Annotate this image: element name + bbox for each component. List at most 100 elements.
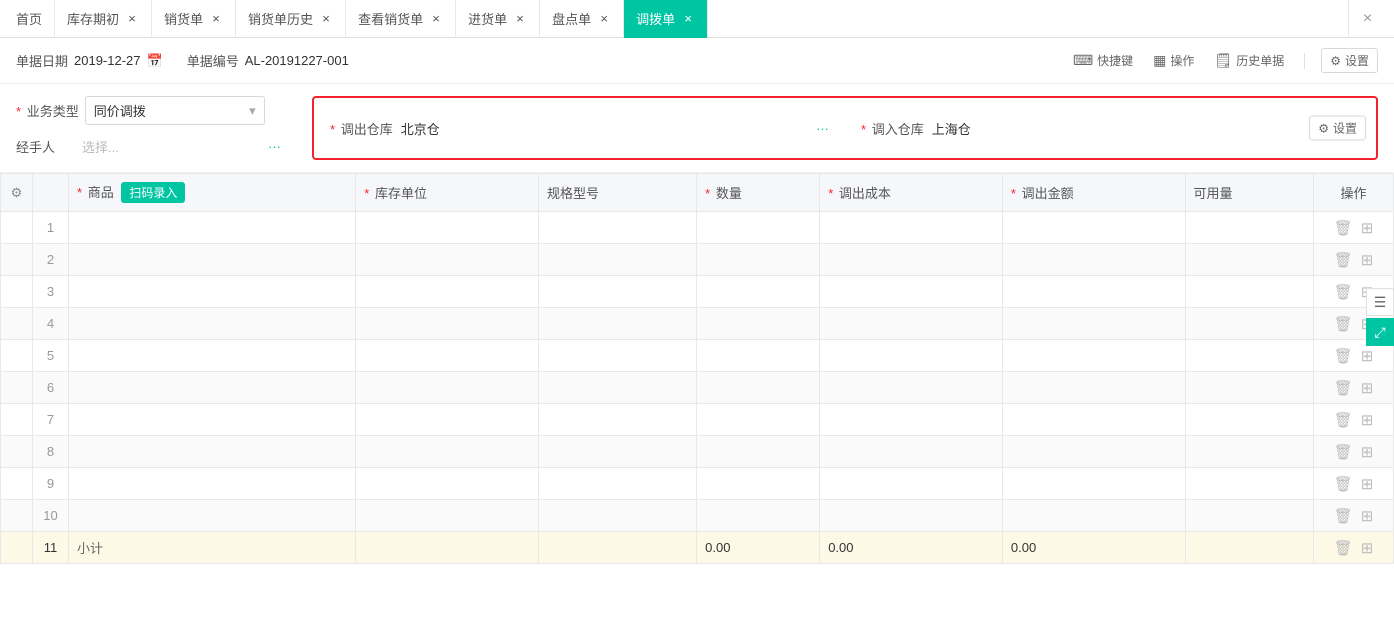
tab-close-view-sales[interactable]: × — [429, 12, 443, 26]
copy-icon[interactable]: ⊞ — [1361, 475, 1374, 493]
row-qty-cell[interactable] — [697, 468, 820, 500]
warehouse-settings-btn[interactable]: ⚙ 设置 — [1309, 116, 1366, 141]
history-btn[interactable]: 🗒 历史单据 — [1210, 50, 1288, 71]
row-available-cell[interactable] — [1185, 340, 1313, 372]
tab-close-inventory-init[interactable]: × — [125, 12, 139, 26]
row-spec-cell[interactable] — [538, 404, 696, 436]
tab-transfer[interactable]: 调拨单 × — [624, 0, 708, 38]
row-product-cell[interactable] — [69, 308, 356, 340]
scan-barcode-button[interactable]: 扫码录入 — [121, 182, 185, 203]
tab-inventory-init[interactable]: 库存期初 × — [55, 0, 152, 38]
row-available-cell[interactable] — [1185, 404, 1313, 436]
row-amount-cell[interactable] — [1002, 276, 1185, 308]
copy-icon[interactable]: ⊞ — [1361, 443, 1374, 461]
row-cost-cell[interactable] — [820, 244, 1003, 276]
tab-sales-history[interactable]: 销货单历史 × — [236, 0, 346, 38]
row-cost-cell[interactable] — [820, 212, 1003, 244]
handler-more-icon[interactable]: ··· — [268, 139, 281, 154]
row-unit-cell[interactable] — [356, 244, 539, 276]
tab-sales-order[interactable]: 销货单 × — [152, 0, 236, 38]
delete-icon[interactable]: 🗑 — [1334, 539, 1353, 557]
row-unit-cell[interactable] — [356, 468, 539, 500]
row-cost-cell[interactable] — [820, 372, 1003, 404]
copy-icon[interactable]: ⊞ — [1361, 539, 1374, 557]
row-spec-cell[interactable] — [538, 340, 696, 372]
row-available-cell[interactable] — [1185, 468, 1313, 500]
row-unit-cell[interactable] — [356, 500, 539, 532]
row-qty-cell[interactable] — [697, 340, 820, 372]
row-qty-cell[interactable] — [697, 436, 820, 468]
row-amount-cell[interactable] — [1002, 468, 1185, 500]
tab-purchase-order[interactable]: 进货单 × — [456, 0, 540, 38]
copy-icon[interactable]: ⊞ — [1361, 347, 1374, 365]
row-available-cell[interactable] — [1185, 500, 1313, 532]
calendar-icon[interactable]: 📅 — [147, 53, 163, 69]
row-spec-cell[interactable] — [538, 276, 696, 308]
row-unit-cell[interactable] — [356, 340, 539, 372]
row-product-cell[interactable] — [69, 372, 356, 404]
row-cost-cell[interactable] — [820, 276, 1003, 308]
row-available-cell[interactable] — [1185, 244, 1313, 276]
row-spec-cell[interactable] — [538, 436, 696, 468]
row-product-cell[interactable] — [69, 404, 356, 436]
delete-icon[interactable]: 🗑 — [1334, 411, 1353, 429]
warehouse-out-more-icon[interactable]: ··· — [816, 121, 829, 136]
row-spec-cell[interactable] — [538, 212, 696, 244]
row-unit-cell[interactable] — [356, 276, 539, 308]
tab-stocktake[interactable]: 盘点单 × — [540, 0, 624, 38]
delete-icon[interactable]: 🗑 — [1334, 379, 1353, 397]
delete-icon[interactable]: 🗑 — [1334, 507, 1353, 525]
row-amount-cell[interactable] — [1002, 436, 1185, 468]
row-product-cell[interactable] — [69, 500, 356, 532]
row-cost-cell[interactable] — [820, 308, 1003, 340]
row-amount-cell[interactable] — [1002, 244, 1185, 276]
tab-close-sales-history[interactable]: × — [319, 12, 333, 26]
handler-input[interactable]: 选择... — [82, 137, 262, 156]
row-cost-cell[interactable] — [820, 340, 1003, 372]
row-available-cell[interactable] — [1185, 276, 1313, 308]
delete-icon[interactable]: 🗑 — [1334, 219, 1353, 237]
row-unit-cell[interactable] — [356, 436, 539, 468]
row-spec-cell[interactable] — [538, 468, 696, 500]
row-product-cell[interactable] — [69, 244, 356, 276]
row-spec-cell[interactable] — [538, 500, 696, 532]
row-spec-cell[interactable] — [538, 244, 696, 276]
row-available-cell[interactable] — [1185, 436, 1313, 468]
business-type-select[interactable]: 同价调拨 ▾ — [85, 96, 265, 125]
th-settings[interactable]: ⚙ — [1, 174, 33, 212]
row-cost-cell[interactable] — [820, 468, 1003, 500]
row-amount-cell[interactable] — [1002, 404, 1185, 436]
tab-close-transfer[interactable]: × — [681, 12, 695, 26]
row-available-cell[interactable] — [1185, 212, 1313, 244]
copy-icon[interactable]: ⊞ — [1361, 507, 1374, 525]
side-expand-btn[interactable]: ⤢ — [1366, 318, 1394, 346]
row-available-cell[interactable] — [1185, 308, 1313, 340]
delete-icon[interactable]: 🗑 — [1334, 347, 1353, 365]
row-cost-cell[interactable] — [820, 500, 1003, 532]
shortcut-btn[interactable]: ⌨ 快捷键 — [1069, 50, 1137, 71]
row-unit-cell[interactable] — [356, 212, 539, 244]
row-product-cell[interactable] — [69, 340, 356, 372]
row-unit-cell[interactable] — [356, 404, 539, 436]
delete-icon[interactable]: 🗑 — [1334, 443, 1353, 461]
settings-btn[interactable]: ⚙ 设置 — [1321, 48, 1378, 73]
tab-close-stocktake[interactable]: × — [597, 12, 611, 26]
row-amount-cell[interactable] — [1002, 340, 1185, 372]
tab-close-purchase-order[interactable]: × — [513, 12, 527, 26]
row-product-cell[interactable] — [69, 436, 356, 468]
tab-home[interactable]: 首页 — [8, 0, 55, 38]
row-available-cell[interactable] — [1185, 372, 1313, 404]
copy-icon[interactable]: ⊞ — [1361, 251, 1374, 269]
row-unit-cell[interactable] — [356, 372, 539, 404]
row-qty-cell[interactable] — [697, 244, 820, 276]
row-amount-cell[interactable] — [1002, 308, 1185, 340]
operation-btn[interactable]: ▦ 操作 — [1149, 50, 1198, 71]
delete-icon[interactable]: 🗑 — [1334, 283, 1353, 301]
row-unit-cell[interactable] — [356, 308, 539, 340]
row-qty-cell[interactable] — [697, 372, 820, 404]
tab-close-sales-order[interactable]: × — [209, 12, 223, 26]
row-amount-cell[interactable] — [1002, 372, 1185, 404]
row-product-cell[interactable] — [69, 276, 356, 308]
row-qty-cell[interactable] — [697, 404, 820, 436]
row-spec-cell[interactable] — [538, 308, 696, 340]
